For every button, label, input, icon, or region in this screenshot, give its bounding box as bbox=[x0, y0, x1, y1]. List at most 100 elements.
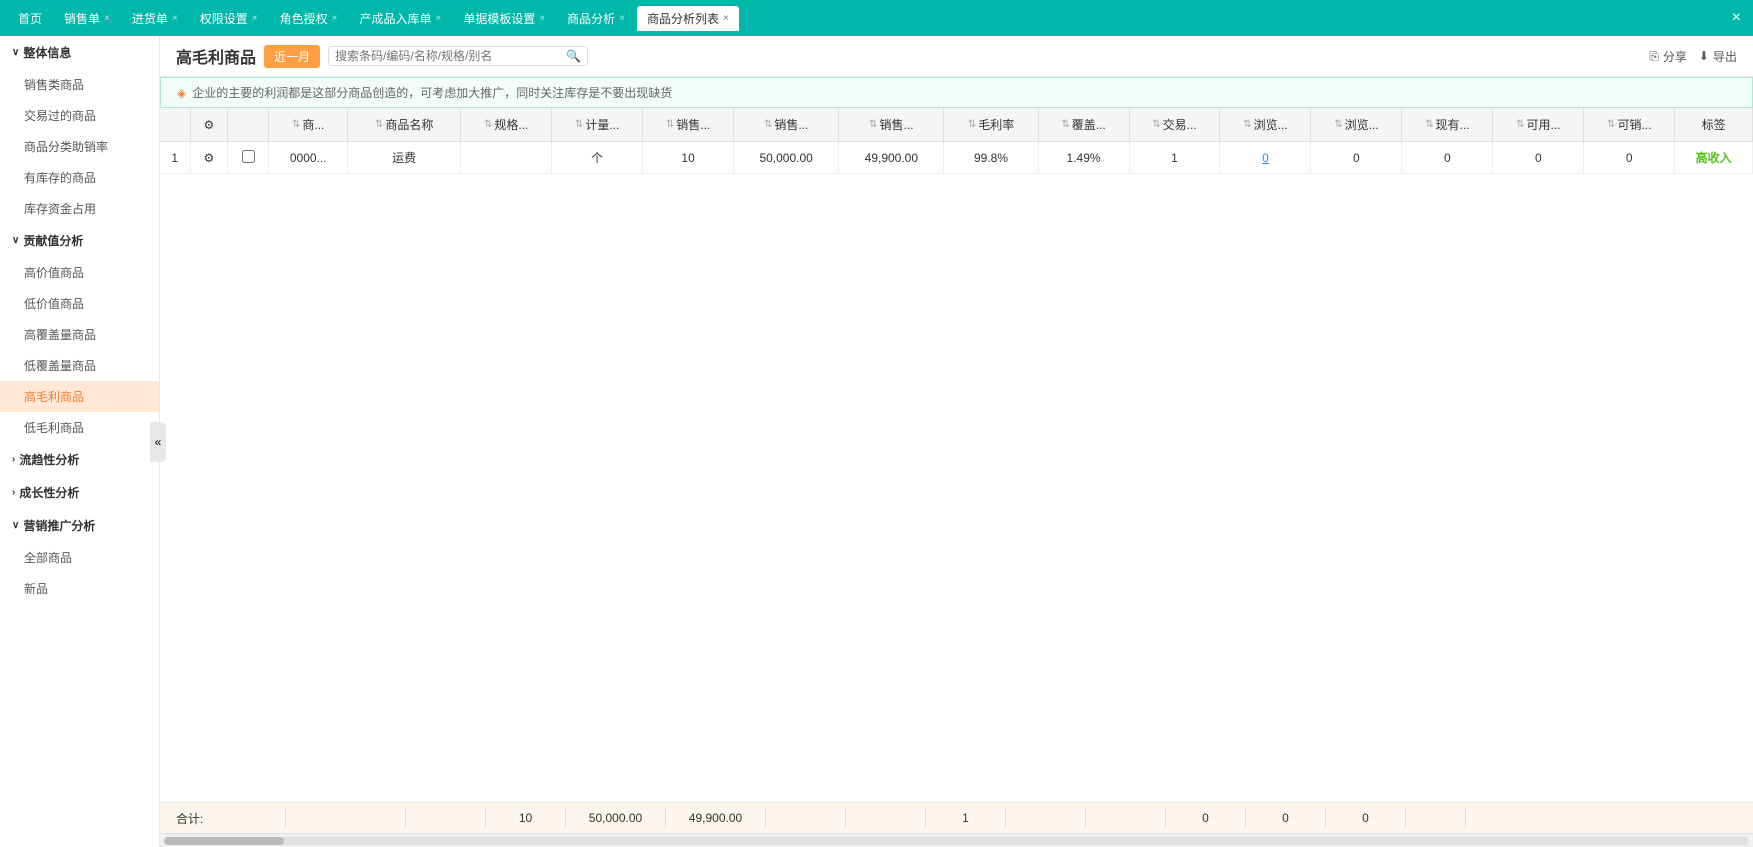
search-input[interactable] bbox=[335, 49, 562, 63]
search-icon[interactable]: 🔍 bbox=[566, 49, 581, 63]
cell-sellable: 0 bbox=[1584, 142, 1675, 174]
footer-cell bbox=[766, 809, 846, 827]
col-label: 销售... bbox=[676, 116, 710, 133]
sidebar-group-header[interactable]: ›流趋性分析 bbox=[0, 443, 159, 476]
close-all-tabs[interactable]: × bbox=[1728, 5, 1745, 31]
col-label: 销售... bbox=[774, 116, 808, 133]
tab-close-icon[interactable]: × bbox=[539, 13, 545, 24]
nav-tab[interactable]: 首页 bbox=[8, 6, 52, 31]
scroll-thumb[interactable] bbox=[164, 837, 284, 845]
tab-close-icon[interactable]: × bbox=[104, 13, 110, 24]
header-actions: ⎘ 分享 ⬇ 导出 bbox=[1649, 48, 1737, 65]
col-header-code[interactable]: ⇅商... bbox=[269, 108, 348, 142]
sidebar-group-header[interactable]: ›成长性分析 bbox=[0, 476, 159, 509]
sidebar-item[interactable]: 销售类商品 bbox=[0, 69, 159, 100]
nav-tab[interactable]: 销售单× bbox=[54, 6, 120, 31]
sidebar-group-header[interactable]: ∨整体信息 bbox=[0, 36, 159, 69]
sidebar-item[interactable]: 高价值商品 bbox=[0, 257, 159, 288]
footer-cells: 1050,000.0049,900.001000 bbox=[236, 809, 1737, 827]
nav-tab[interactable]: 角色授权× bbox=[270, 6, 348, 31]
nav-tab[interactable]: 单据模板设置× bbox=[453, 6, 555, 31]
horizontal-scrollbar[interactable] bbox=[160, 833, 1753, 847]
sidebar-item[interactable]: 高覆盖量商品 bbox=[0, 319, 159, 350]
col-header-current_stock[interactable]: ⇅现有... bbox=[1402, 108, 1493, 142]
sort-icon: ⇅ bbox=[764, 119, 772, 130]
col-header-browse1[interactable]: ⇅浏览... bbox=[1220, 108, 1311, 142]
nav-tab[interactable]: 权限设置× bbox=[190, 6, 268, 31]
col-header-name[interactable]: ⇅商品名称 bbox=[348, 108, 461, 142]
tab-close-icon[interactable]: × bbox=[332, 13, 338, 24]
footer-cell: 1 bbox=[926, 809, 1006, 827]
col-header-no bbox=[160, 108, 190, 142]
col-header-browse2[interactable]: ⇅浏览... bbox=[1311, 108, 1402, 142]
col-header-sales_qty[interactable]: ⇅销售... bbox=[643, 108, 734, 142]
cell-current_stock: 0 bbox=[1402, 142, 1493, 174]
tab-close-icon[interactable]: × bbox=[252, 13, 258, 24]
col-header-spec[interactable]: ⇅规格... bbox=[461, 108, 552, 142]
col-label: 浏览... bbox=[1345, 116, 1379, 133]
col-header-sales_amt[interactable]: ⇅销售... bbox=[734, 108, 839, 142]
sidebar-item[interactable]: 商品分类助销率 bbox=[0, 131, 159, 162]
cell-browse1: 0 bbox=[1220, 142, 1311, 174]
table-container[interactable]: ⚙⇅商...⇅商品名称⇅规格...⇅计量...⇅销售...⇅销售...⇅销售..… bbox=[160, 108, 1753, 802]
col-header-trans[interactable]: ⇅交易... bbox=[1129, 108, 1220, 142]
tab-close-icon[interactable]: × bbox=[435, 13, 441, 24]
col-label: 交易... bbox=[1163, 116, 1197, 133]
col-header-available[interactable]: ⇅可用... bbox=[1493, 108, 1584, 142]
sidebar-group-label: 贡献值分析 bbox=[23, 232, 83, 249]
sidebar-group-header[interactable]: ∨营销推广分析 bbox=[0, 509, 159, 542]
scroll-track[interactable] bbox=[164, 837, 1749, 845]
nav-tab[interactable]: 商品分析× bbox=[557, 6, 635, 31]
sidebar-group-arrow: › bbox=[12, 454, 15, 465]
sidebar-item[interactable]: 低毛利商品 bbox=[0, 412, 159, 443]
footer-cell: 50,000.00 bbox=[566, 809, 666, 827]
footer-cell bbox=[1406, 809, 1466, 827]
browse1-link[interactable]: 0 bbox=[1262, 151, 1269, 165]
row-checkbox-cell[interactable] bbox=[228, 142, 269, 174]
sidebar-item[interactable]: 全部商品 bbox=[0, 542, 159, 573]
cell-name: 运费 bbox=[348, 142, 461, 174]
col-label: 标签 bbox=[1702, 116, 1726, 133]
sort-icon: ⇅ bbox=[869, 119, 877, 130]
tab-close-icon[interactable]: × bbox=[172, 13, 178, 24]
sort-icon: ⇅ bbox=[1061, 119, 1069, 130]
export-button[interactable]: ⬇ 导出 bbox=[1699, 48, 1737, 65]
sidebar-group-header[interactable]: ∨贡献值分析 bbox=[0, 224, 159, 257]
sidebar-item[interactable]: 低价值商品 bbox=[0, 288, 159, 319]
col-label: 规格... bbox=[494, 116, 528, 133]
share-button[interactable]: ⎘ 分享 bbox=[1649, 48, 1687, 65]
sidebar-item[interactable]: 库存资金占用 bbox=[0, 193, 159, 224]
filter-button[interactable]: 近一月 bbox=[264, 45, 320, 68]
sidebar-wrapper: ∨整体信息销售类商品交易过的商品商品分类助销率有库存的商品库存资金占用∨贡献值分… bbox=[0, 36, 160, 847]
sidebar-item[interactable]: 新品 bbox=[0, 573, 159, 604]
sidebar-item[interactable]: 低覆盖量商品 bbox=[0, 350, 159, 381]
cell-tag: 高收入 bbox=[1675, 142, 1753, 174]
row-checkbox[interactable] bbox=[242, 150, 255, 163]
col-header-sellable[interactable]: ⇅可销... bbox=[1584, 108, 1675, 142]
cell-trans: 1 bbox=[1129, 142, 1220, 174]
row-settings[interactable]: ⚙ bbox=[190, 142, 228, 174]
footer-cell bbox=[236, 809, 286, 827]
nav-tab[interactable]: 商品分析列表× bbox=[637, 6, 739, 31]
sidebar-item[interactable]: 高毛利商品 bbox=[0, 381, 159, 412]
nav-tab[interactable]: 产成品入库单× bbox=[349, 6, 451, 31]
tab-close-icon[interactable]: × bbox=[723, 13, 729, 24]
sidebar-collapse-button[interactable]: « bbox=[150, 422, 166, 462]
col-header-sales_cost[interactable]: ⇅销售... bbox=[839, 108, 944, 142]
footer-cell bbox=[846, 809, 926, 827]
footer-cell bbox=[1086, 809, 1166, 827]
tag-label: 高收入 bbox=[1696, 151, 1732, 165]
tab-close-icon[interactable]: × bbox=[619, 13, 625, 24]
sort-icon: ⇅ bbox=[1334, 119, 1342, 130]
sidebar-item[interactable]: 有库存的商品 bbox=[0, 162, 159, 193]
col-header-gross_rate[interactable]: ⇅毛利率 bbox=[944, 108, 1038, 142]
col-header-coverage[interactable]: ⇅覆盖... bbox=[1038, 108, 1129, 142]
settings-icon[interactable]: ⚙ bbox=[203, 151, 214, 165]
nav-tab[interactable]: 进货单× bbox=[122, 6, 188, 31]
sidebar-item[interactable]: 交易过的商品 bbox=[0, 100, 159, 131]
col-label: 浏览... bbox=[1254, 116, 1288, 133]
footer-cell bbox=[286, 809, 406, 827]
sort-icon: ⇅ bbox=[1243, 119, 1251, 130]
col-header-unit[interactable]: ⇅计量... bbox=[552, 108, 643, 142]
col-label: 毛利率 bbox=[978, 116, 1014, 133]
